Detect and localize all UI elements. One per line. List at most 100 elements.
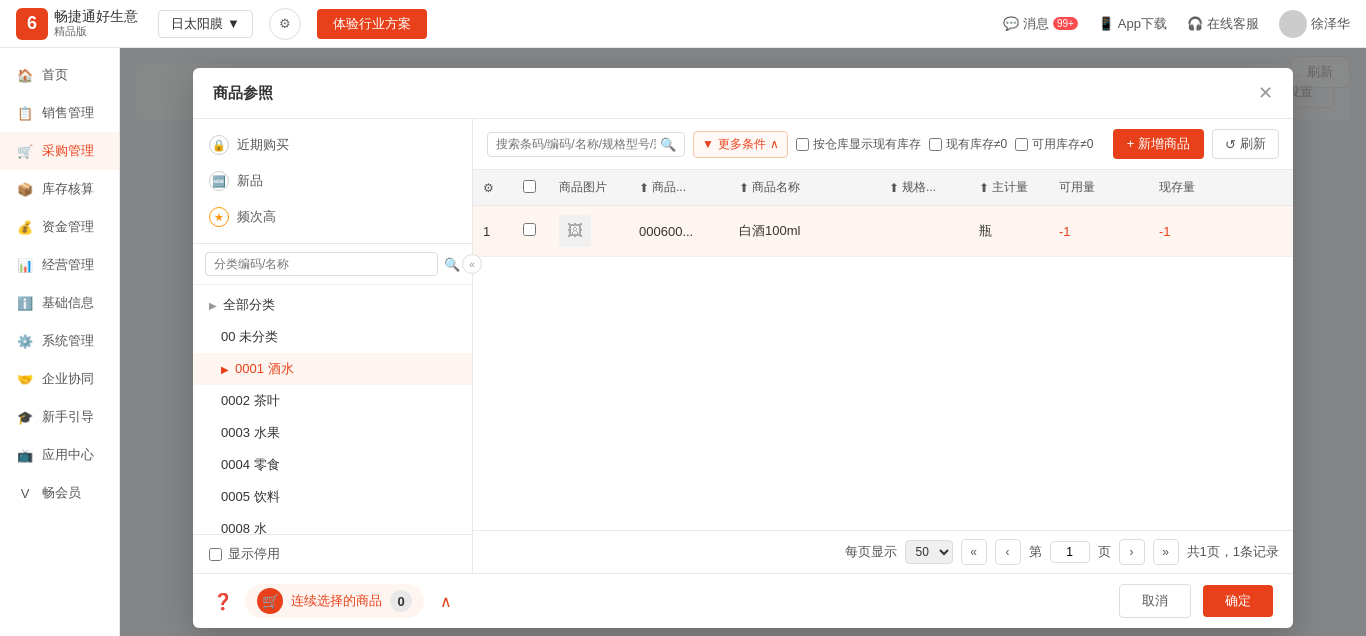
col-unit[interactable]: ⬆ 主计量 [969, 170, 1049, 206]
sidebar-item-purchase[interactable]: 🛒 采购管理 [0, 132, 119, 170]
category-0002[interactable]: 0002 茶叶 [193, 385, 472, 417]
confirm-button[interactable]: 确定 [1203, 585, 1273, 617]
cart-count: 0 [390, 590, 412, 612]
category-search-icon[interactable]: 🔍 [444, 257, 460, 272]
prev-page-button[interactable]: ‹ [995, 539, 1021, 565]
col-code[interactable]: ⬆ 商品... [629, 170, 729, 206]
tab-new-products-label: 新品 [237, 172, 263, 190]
online-service-nav-item[interactable]: 🎧 在线客服 [1187, 15, 1259, 33]
refresh-label: 刷新 [1240, 135, 1266, 153]
page-number-input[interactable] [1050, 541, 1090, 563]
modal-footer: ❓ 🛒 连续选择的商品 0 ∧ 取消 确定 [193, 573, 1293, 628]
user-avatar[interactable]: 徐泽华 [1279, 10, 1350, 38]
refresh-button[interactable]: ↺ 刷新 [1212, 129, 1279, 159]
sidebar-item-collab[interactable]: 🤝 企业协同 [0, 360, 119, 398]
stock-ne0-checkbox[interactable] [929, 138, 942, 151]
next-page-button[interactable]: › [1119, 539, 1145, 565]
col-spec[interactable]: ⬆ 规格... [879, 170, 969, 206]
app-download-label: App下载 [1118, 15, 1167, 33]
sidebar-item-guide[interactable]: 🎓 新手引导 [0, 398, 119, 436]
warehouse-display-checkbox-group[interactable]: 按仓库显示现有库存 [796, 136, 921, 153]
sidebar-item-sales[interactable]: 📋 销售管理 [0, 94, 119, 132]
tab-new-products[interactable]: 🆕 新品 [193, 163, 472, 199]
sidebar-item-finance[interactable]: 💰 资金管理 [0, 208, 119, 246]
sidebar-item-apps[interactable]: 📺 应用中心 [0, 436, 119, 474]
col-unit-sort[interactable]: ⬆ 主计量 [979, 179, 1039, 196]
col-name-sort[interactable]: ⬆ 商品名称 [739, 179, 869, 196]
row-checkbox-cell[interactable] [513, 206, 549, 257]
available-ne0-checkbox[interactable] [1015, 138, 1028, 151]
messages-nav-item[interactable]: 💬 消息 99+ [1003, 15, 1078, 33]
modal-body: 🔒 近期购买 🆕 新品 ★ 频次高 [193, 119, 1293, 573]
cart-area[interactable]: 🛒 连续选择的商品 0 [245, 584, 424, 618]
sidebar-item-manage[interactable]: 📊 经营管理 [0, 246, 119, 284]
category-0008[interactable]: 0008 水 [193, 513, 472, 534]
first-page-button[interactable]: « [961, 539, 987, 565]
modal-close-button[interactable]: ✕ [1258, 82, 1273, 104]
sidebar-item-home-label: 首页 [42, 66, 68, 84]
sidebar-item-guide-label: 新手引导 [42, 408, 94, 426]
panel-collapse-button[interactable]: « [462, 254, 482, 274]
sidebar-item-stock[interactable]: 📦 库存核算 [0, 170, 119, 208]
nav-right: 💬 消息 99+ 📱 App下载 🎧 在线客服 徐泽华 [1003, 10, 1350, 38]
category-0001[interactable]: ▶ 0001 酒水 [193, 353, 472, 385]
tab-recent-purchase[interactable]: 🔒 近期购买 [193, 127, 472, 163]
category-0003[interactable]: 0003 水果 [193, 417, 472, 449]
col-checkbox[interactable] [513, 170, 549, 206]
col-spec-sort[interactable]: ⬆ 规格... [889, 179, 959, 196]
category-all[interactable]: ▶ 全部分类 [193, 289, 472, 321]
collapse-cart-icon[interactable]: ∧ [440, 592, 452, 611]
help-icon[interactable]: ❓ [213, 592, 233, 611]
available-ne0-checkbox-group[interactable]: 可用库存≠0 [1015, 136, 1093, 153]
sidebar-item-info[interactable]: ℹ️ 基础信息 [0, 284, 119, 322]
sidebar-item-system[interactable]: ⚙️ 系统管理 [0, 322, 119, 360]
app-download-nav-item[interactable]: 📱 App下载 [1098, 15, 1167, 33]
tab-frequent[interactable]: ★ 频次高 [193, 199, 472, 235]
show-disabled-checkbox[interactable] [209, 548, 222, 561]
search-icon[interactable]: 🔍 [660, 137, 676, 152]
row-checkbox[interactable] [523, 223, 536, 236]
row-available-cell: -1 [1049, 206, 1149, 257]
table-row[interactable]: 1 🖼 000600... 白酒100ml 瓶 [473, 206, 1293, 257]
cancel-button[interactable]: 取消 [1119, 584, 1191, 618]
add-product-button[interactable]: + 新增商品 [1113, 129, 1204, 159]
category-search-input[interactable] [205, 252, 438, 276]
stock-ne0-label: 现有库存≠0 [946, 136, 1007, 153]
filter-icon: ▼ [702, 137, 714, 151]
headset-icon: 🎧 [1187, 16, 1203, 31]
row-unit-cell: 瓶 [969, 206, 1049, 257]
sidebar-item-member-label: 畅会员 [42, 484, 81, 502]
left-panel: 🔒 近期购买 🆕 新品 ★ 频次高 [193, 119, 473, 573]
trial-button[interactable]: 体验行业方案 [317, 9, 427, 39]
product-search-input[interactable] [496, 137, 656, 151]
category-0005[interactable]: 0005 饮料 [193, 481, 472, 513]
new-icon: 🆕 [209, 171, 229, 191]
gear-button[interactable]: ⚙ [269, 8, 301, 40]
last-page-button[interactable]: » [1153, 539, 1179, 565]
company-name: 畅捷通好生意 [54, 8, 138, 25]
manage-icon: 📊 [16, 256, 34, 274]
user-name-label: 徐泽华 [1311, 15, 1350, 33]
show-disabled-label[interactable]: 显示停用 [228, 545, 280, 563]
col-image-sort: 商品图片 [559, 179, 619, 196]
sidebar-item-member[interactable]: V 畅会员 [0, 474, 119, 512]
more-filter-button[interactable]: ▼ 更多条件 ∧ [693, 131, 788, 158]
col-name[interactable]: ⬆ 商品名称 [729, 170, 879, 206]
stock-ne0-checkbox-group[interactable]: 现有库存≠0 [929, 136, 1007, 153]
col-available: 可用量 [1049, 170, 1149, 206]
sidebar-item-home[interactable]: 🏠 首页 [0, 56, 119, 94]
category-0004-label: 0004 零食 [221, 456, 280, 474]
category-00[interactable]: 00 未分类 [193, 321, 472, 353]
select-all-checkbox[interactable] [523, 180, 536, 193]
warehouse-display-checkbox[interactable] [796, 138, 809, 151]
col-code-sort[interactable]: ⬆ 商品... [639, 179, 719, 196]
sidebar-item-finance-label: 资金管理 [42, 218, 94, 236]
col-settings[interactable]: ⚙ [473, 170, 513, 206]
star-icon: ★ [209, 207, 229, 227]
per-page-select[interactable]: 50 [905, 540, 953, 564]
nav-selector[interactable]: 日太阳膜 ▼ [158, 10, 253, 38]
category-0004[interactable]: 0004 零食 [193, 449, 472, 481]
sales-icon: 📋 [16, 104, 34, 122]
lock-icon: 🔒 [209, 135, 229, 155]
logo-icon: 6 [16, 8, 48, 40]
